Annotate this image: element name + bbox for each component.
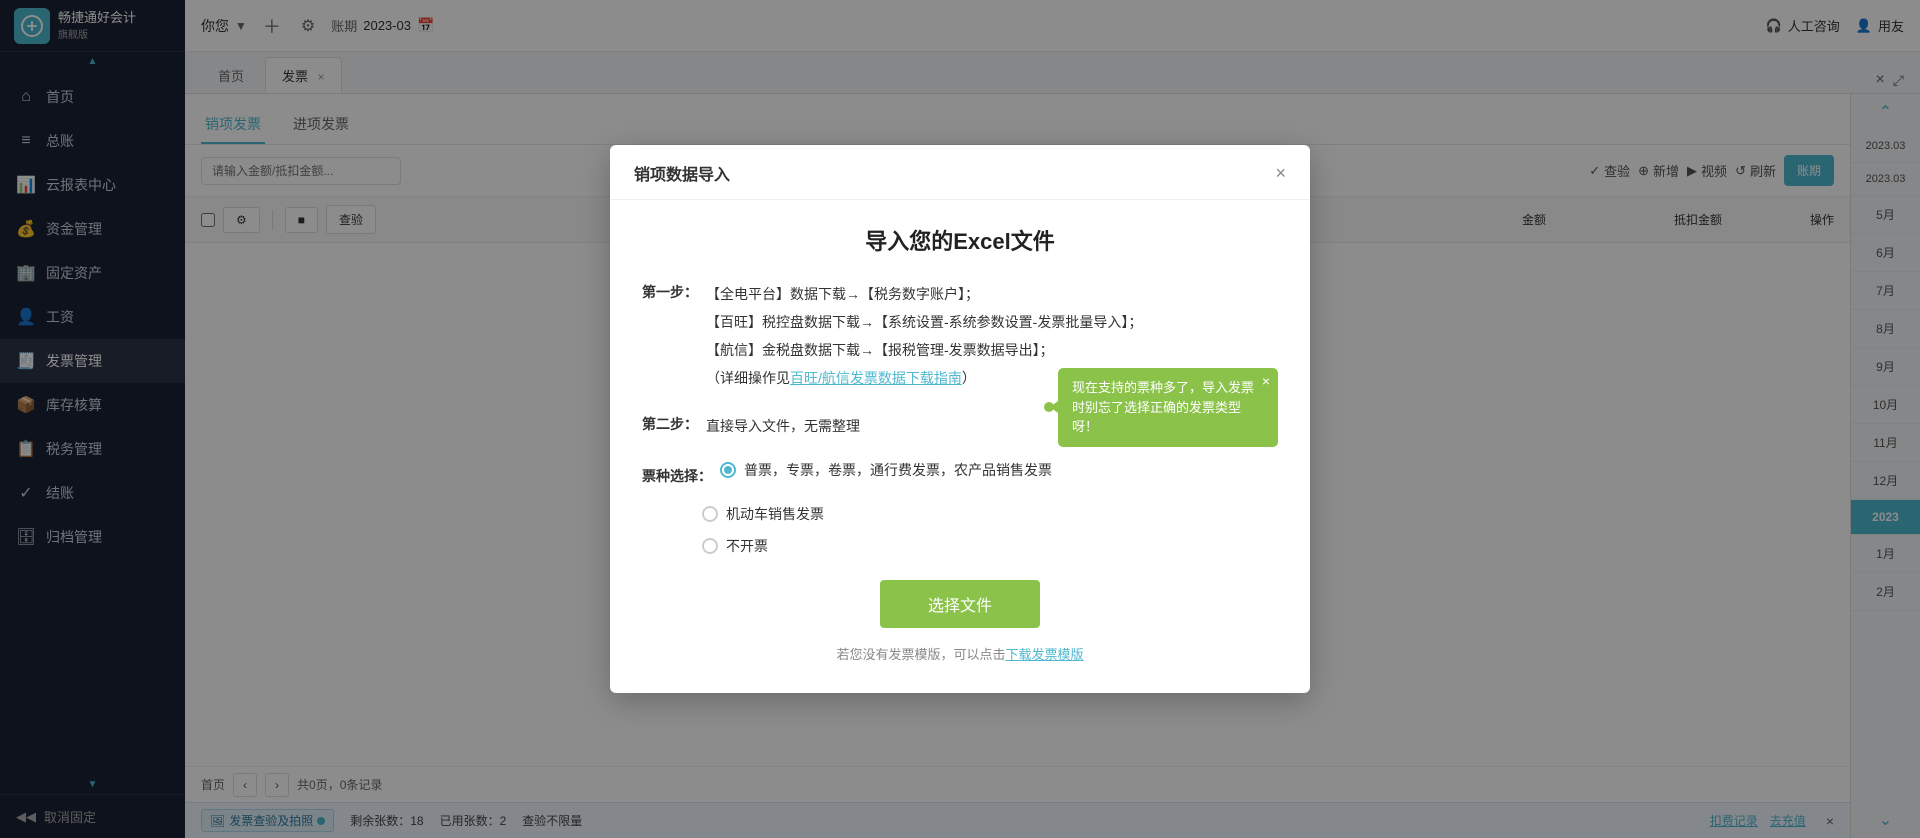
modal-footer: 若您没有发票模版，可以点击下载发票模版 [642, 644, 1278, 663]
modal-main-title: 导入您的Excel文件 [642, 224, 1278, 256]
radio-none-label: 不开票 [726, 536, 768, 556]
step1-line2: 【百旺】税控盘数据下载→【系统设置-系统参数设置-发票批量导入】； [706, 308, 1142, 336]
radio-motor-label: 机动车销售发票 [726, 504, 824, 524]
tooltip-dot [1044, 402, 1054, 412]
modal-close-button[interactable]: × [1275, 164, 1286, 182]
step1-detail-prefix: （详细操作见 [706, 370, 790, 386]
modal-overlay: 销项数据导入 × 导入您的Excel文件 第一步： 【全电平台】数据下载→【税务… [0, 0, 1920, 838]
tooltip-popup: × 现在支持的票种多了，导入发票时别忘了选择正确的发票类型呀！ [1058, 368, 1278, 447]
tooltip-text: 现在支持的票种多了，导入发票时别忘了选择正确的发票类型呀！ [1072, 380, 1254, 434]
step2-label: 第二步： [642, 412, 698, 434]
step1-detail-link[interactable]: 百旺/航信发票数据下载指南 [790, 370, 962, 386]
step1-line3: 【航信】金税盘数据下载→【报税管理-发票数据导出】； [706, 336, 1142, 364]
radio-general-button[interactable] [720, 462, 736, 478]
radio-motor-button[interactable] [702, 506, 718, 522]
radio-motor[interactable]: 机动车销售发票 [702, 504, 1278, 524]
radio-none[interactable]: 不开票 [702, 536, 1278, 556]
ticket-label: 票种选择： [642, 466, 712, 486]
step2-text: 直接导入文件，无需整理 [706, 412, 860, 440]
select-file-button[interactable]: 选择文件 [880, 580, 1040, 628]
modal-header: 销项数据导入 × [610, 145, 1310, 200]
radio-general-label: 普票，专票，卷票，通行费发票，农产品销售发票 [744, 460, 1052, 480]
ticket-type-group: 票种选择： 普票，专票，卷票，通行费发票，农产品销售发票 机动车销售发票 不开票 [642, 460, 1278, 556]
radio-none-button[interactable] [702, 538, 718, 554]
modal-title: 销项数据导入 [634, 161, 730, 185]
step1-label: 第一步： [642, 280, 698, 302]
radio-general[interactable]: 普票，专票，卷票，通行费发票，农产品销售发票 [720, 460, 1052, 480]
step1-line1: 【全电平台】数据下载→【税务数字账户】； [706, 280, 1142, 308]
step2-content: 直接导入文件，无需整理 [706, 412, 860, 440]
modal-body: 导入您的Excel文件 第一步： 【全电平台】数据下载→【税务数字账户】； 【百… [610, 200, 1310, 693]
footer-prefix: 若您没有发票模版，可以点击 [836, 647, 1005, 662]
download-template-link[interactable]: 下载发票模版 [1006, 647, 1084, 662]
tooltip-close-icon[interactable]: × [1262, 374, 1270, 388]
step1-detail-suffix: ） [962, 370, 976, 386]
